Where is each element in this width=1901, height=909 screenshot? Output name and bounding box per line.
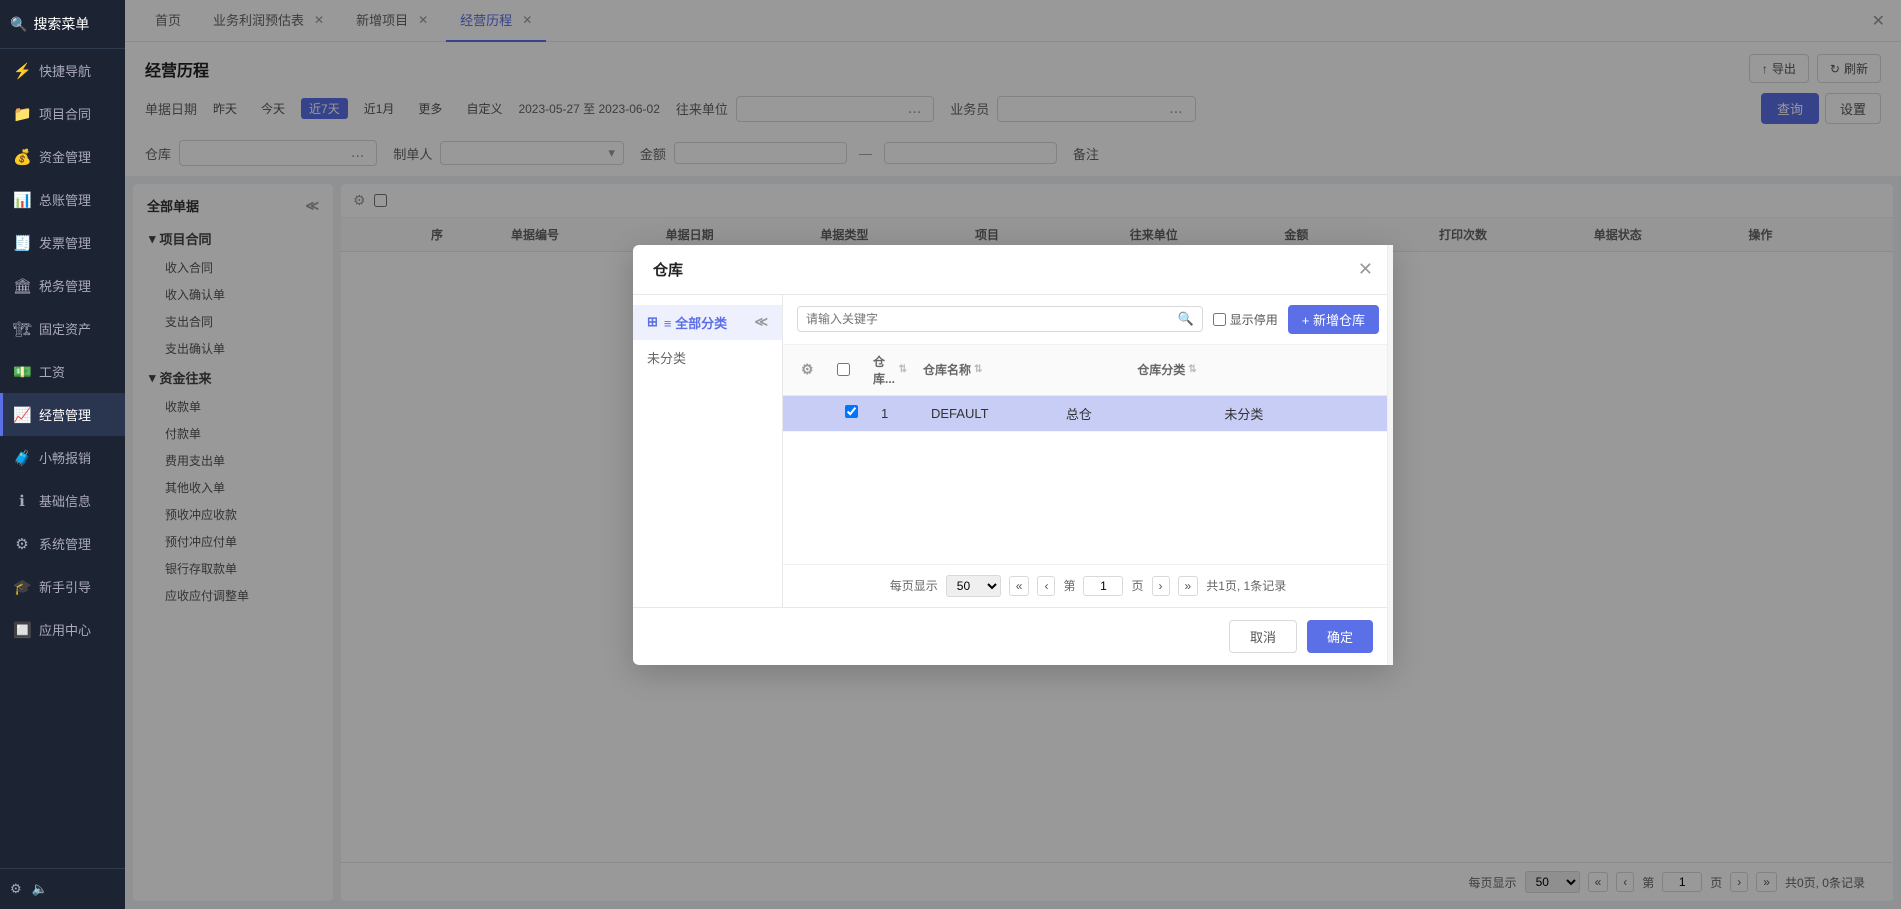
basic-info-icon: ℹ [13,492,31,510]
sidebar-item-payroll[interactable]: 💵 工资 [0,350,125,393]
modal-sort-code-icon[interactable]: ⇅ [974,364,982,375]
modal-th-code: 仓库名称 ⇅ [915,345,1129,395]
sidebar-item-fixed-assets[interactable]: 🏗 固定资产 [0,307,125,350]
modal-per-page-select[interactable]: 50 100 [946,575,1001,597]
modal-header: 仓库 ✕ [633,245,1393,295]
add-warehouse-button[interactable]: + 新增仓库 [1288,305,1379,334]
modal-cell-check-0 [837,397,873,429]
modal-table-header: ⚙ 仓库... ⇅ 仓库名称 ⇅ [783,345,1393,396]
sidebar: 🔍 搜索菜单 ⚡ 快捷导航 📁 项目合同 💰 资金管理 📊 总账管理 🧾 发票管… [0,0,125,909]
newbie-guide-icon: 🎓 [13,578,31,596]
main-area: 首页 业务利润预估表 ✕ 新增项目 ✕ 经营历程 ✕ ✕ 经营历程 ↑ 导出 ↻… [125,0,1901,909]
modal-next-page-btn[interactable]: › [1152,576,1170,596]
sidebar-item-newbie-guide[interactable]: 🎓 新手引导 [0,565,125,608]
modal-category-tree: ⊞ ≡ 全部分类 ≪ 未分类 [633,295,783,607]
sidebar-item-tax-mgmt[interactable]: 🏛 税务管理 [0,264,125,307]
modal-overlay: 仓库 ✕ ⊞ ≡ 全部分类 ≪ 未分类 [125,0,1901,909]
modal-th-checkbox [829,345,865,395]
modal-pagination: 每页显示 50 100 « ‹ 第 页 › » 共1页, 1条记录 [783,564,1393,607]
modal-table-body: 1 DEFAULT 总仓 未分类 [783,396,1393,556]
modal-right-content: 🔍 显示停用 + 新增仓库 ⚙ [783,295,1393,607]
modal-tree-all-category[interactable]: ⊞ ≡ 全部分类 ≪ [633,305,782,340]
project-contract-icon: 📁 [13,105,31,123]
modal-page-label: 页 [1131,577,1143,594]
payroll-icon: 💵 [13,363,31,381]
modal-th-category: 仓库分类 ⇅ [1129,345,1383,395]
settings-icon[interactable]: ⚙ [10,881,22,897]
modal-title: 仓库 [653,259,683,280]
modal-cell-num-0: 1 [873,398,923,429]
modal-close-icon[interactable]: ✕ [1358,259,1373,280]
general-ledger-icon: 📊 [13,191,31,209]
ops-mgmt-icon: 📈 [13,406,31,424]
modal-total-label: 共1页, 1条记录 [1206,577,1286,594]
sidebar-item-fund-mgmt[interactable]: 💰 资金管理 [0,135,125,178]
warehouse-modal: 仓库 ✕ ⊞ ≡ 全部分类 ≪ 未分类 [633,245,1393,665]
modal-prev-page-btn[interactable]: ‹ [1037,576,1055,596]
modal-select-all-checkbox[interactable] [837,363,850,376]
modal-search-icon: 🔍 [1178,311,1194,327]
show-disabled-label[interactable]: 显示停用 [1213,311,1278,328]
modal-confirm-button[interactable]: 确定 [1307,620,1373,653]
invoice-mgmt-icon: 🧾 [13,234,31,252]
modal-search-input[interactable] [806,312,1172,326]
show-disabled-checkbox[interactable] [1213,313,1226,326]
app-center-icon: 🔲 [13,621,31,639]
modal-sort-seq-icon[interactable]: ⇅ [899,364,907,375]
fund-mgmt-icon: 💰 [13,148,31,166]
search-icon: 🔍 [10,16,27,33]
modal-th-settings: ⚙ [793,345,829,395]
sidebar-item-project-contract[interactable]: 📁 项目合同 [0,92,125,135]
tax-mgmt-icon: 🏛 [13,277,31,295]
modal-table-row-0[interactable]: 1 DEFAULT 总仓 未分类 [783,396,1393,432]
sidebar-search[interactable]: 🔍 搜索菜单 [0,0,125,49]
modal-body: ⊞ ≡ 全部分类 ≪ 未分类 🔍 [633,295,1393,607]
modal-page-input[interactable] [1083,576,1123,596]
modal-sort-cat-icon[interactable]: ⇅ [1188,364,1196,375]
sidebar-item-xiaochang-sales[interactable]: 🧳 小畅报销 [0,436,125,479]
sidebar-item-general-ledger[interactable]: 📊 总账管理 [0,178,125,221]
modal-cancel-button[interactable]: 取消 [1229,620,1297,653]
modal-page-label-pre: 第 [1063,577,1075,594]
modal-row-checkbox-0[interactable] [845,405,858,418]
modal-first-page-btn[interactable]: « [1009,576,1030,596]
sidebar-item-quick-nav[interactable]: ⚡ 快捷导航 [0,49,125,92]
xiaochang-sales-icon: 🧳 [13,449,31,467]
sidebar-item-sys-mgmt[interactable]: ⚙ 系统管理 [0,522,125,565]
grid-icon: ⊞ [647,314,658,330]
modal-search-wrap: 🔍 [797,306,1203,332]
sys-mgmt-icon: ⚙ [13,535,31,553]
modal-th-seq: 仓库... ⇅ [865,345,915,395]
modal-toolbar: 🔍 显示停用 + 新增仓库 [783,295,1393,345]
modal-gear-icon[interactable]: ⚙ [801,361,814,378]
sidebar-bottom: ⚙ 🔈 [0,868,125,909]
sound-icon[interactable]: 🔈 [32,881,48,897]
sidebar-item-ops-mgmt[interactable]: 📈 经营管理 [0,393,125,436]
quick-nav-icon: ⚡ [13,62,31,80]
sidebar-item-app-center[interactable]: 🔲 应用中心 [0,608,125,651]
modal-tree-uncategorized[interactable]: 未分类 [633,340,782,375]
sidebar-item-basic-info[interactable]: ℹ 基础信息 [0,479,125,522]
modal-cell-name-0: 总仓 [1058,396,1217,431]
modal-footer: 取消 确定 [633,607,1393,665]
modal-cell-settings-0 [801,405,837,421]
modal-per-page-label: 每页显示 [890,577,938,594]
sidebar-item-invoice-mgmt[interactable]: 🧾 发票管理 [0,221,125,264]
modal-cell-code-0: DEFAULT [923,398,1058,429]
modal-last-page-btn[interactable]: » [1178,576,1199,596]
modal-tree-collapse-icon[interactable]: ≪ [754,314,768,330]
modal-cell-cat-0: 未分类 [1216,396,1375,431]
fixed-assets-icon: 🏗 [13,320,31,338]
